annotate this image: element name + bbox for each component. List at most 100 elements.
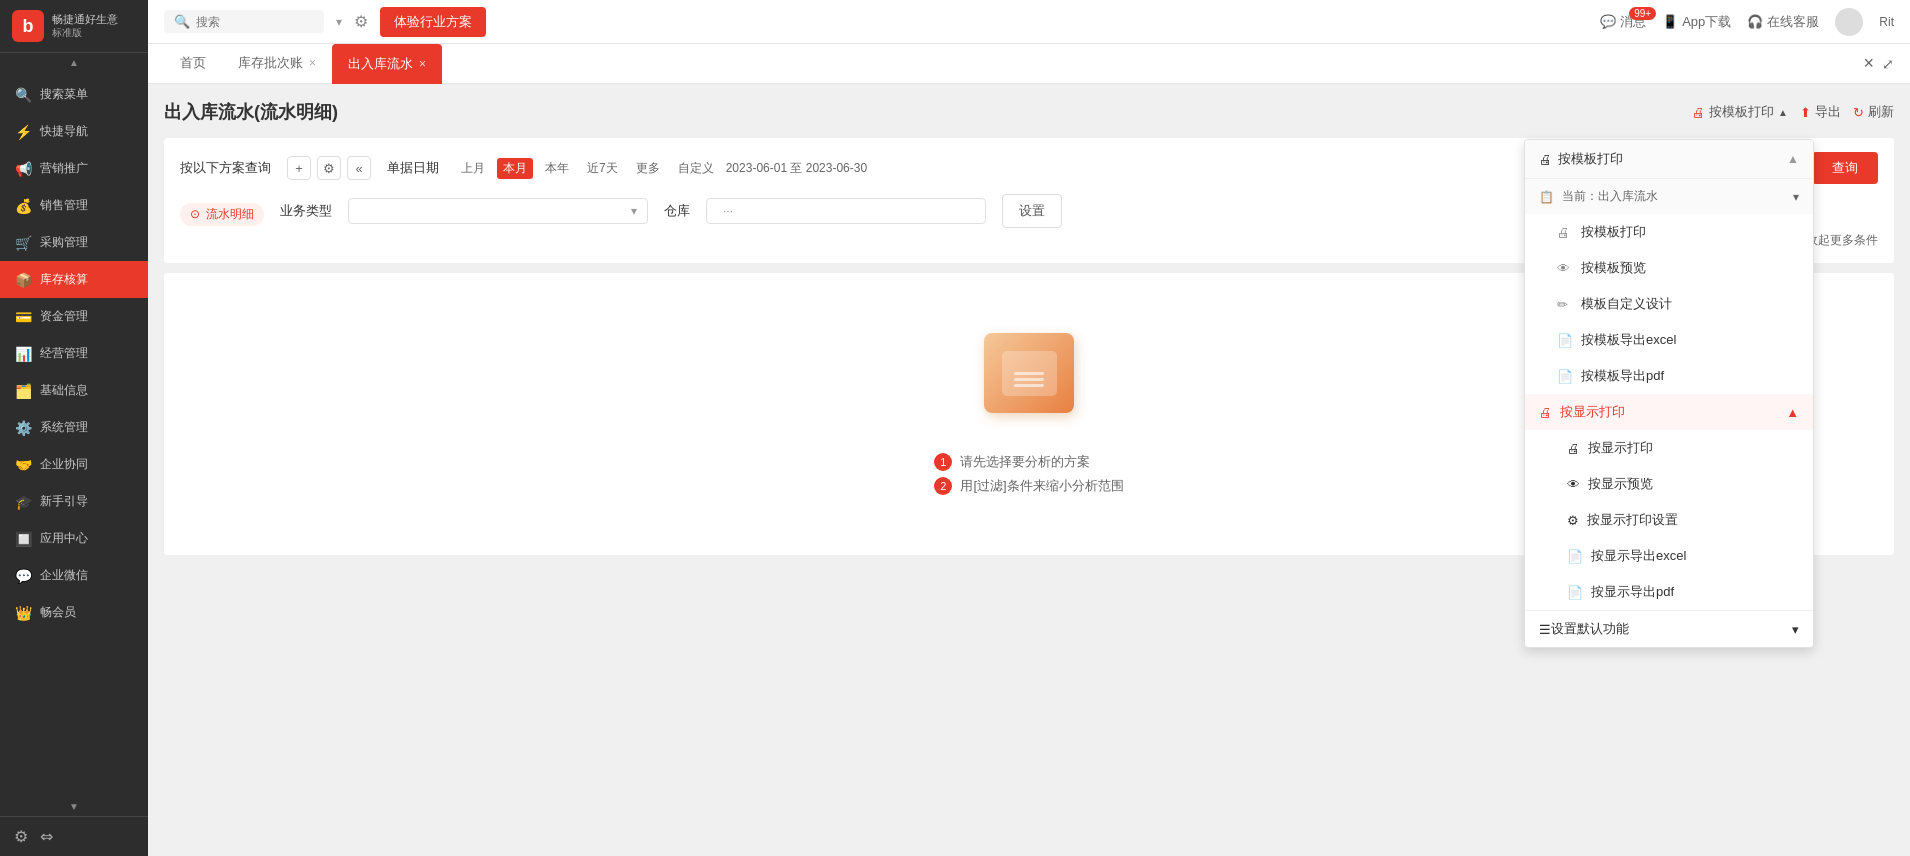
dropdown-header-title: 🖨 按模板打印 (1539, 150, 1623, 168)
sidebar-item-collab[interactable]: 🤝 企业协同 (0, 446, 148, 483)
sidebar-item-vip[interactable]: 👑 畅会员 (0, 594, 148, 631)
page-content: 出入库流水(流水明细) 🖨 按模板打印 ▲ ⬆ 导出 ↻ 刷新 (148, 84, 1910, 856)
dropdown-print-by-template[interactable]: 🖨 按模板打印 (1525, 214, 1813, 250)
page-title: 出入库流水(流水明细) (164, 100, 338, 124)
settings-display-icon: ⚙ (1567, 513, 1579, 528)
dropdown-print-settings-display[interactable]: ⚙ 按显示打印设置 (1525, 502, 1813, 538)
date-last-month[interactable]: 上月 (455, 158, 491, 179)
sidebar-item-sales[interactable]: 💰 销售管理 (0, 187, 148, 224)
inventory-icon: 📦 (14, 272, 32, 288)
app-edition: 标准版 (52, 26, 118, 40)
page-actions-area: 🖨 按模板打印 ▲ ⬆ 导出 ↻ 刷新 🖨 (1692, 103, 1894, 121)
wechat-icon: 💬 (14, 568, 32, 584)
warehouse-more-icon[interactable]: ··· (723, 204, 733, 218)
dropdown-preview-by-template[interactable]: 👁 按模板预览 (1525, 250, 1813, 286)
sales-icon: 💰 (14, 198, 32, 214)
guide-icon: 🎓 (14, 494, 32, 510)
search-icon: 🔍 (174, 14, 190, 29)
step-2-text: 用[过滤]条件来缩小分析范围 (960, 477, 1123, 495)
preview-template-icon: 👁 (1557, 261, 1573, 276)
page-header: 出入库流水(流水明细) 🖨 按模板打印 ▲ ⬆ 导出 ↻ 刷新 (164, 100, 1894, 124)
dropdown-export-pdf-display[interactable]: 📄 按显示导出pdf (1525, 574, 1813, 610)
dropdown-export-excel-display[interactable]: 📄 按显示导出excel (1525, 538, 1813, 574)
pdf-display-icon: 📄 (1567, 585, 1583, 600)
current-chevron-icon: ▾ (1793, 190, 1799, 204)
sidebar-item-system[interactable]: ⚙️ 系统管理 (0, 409, 148, 446)
app-download-button[interactable]: 📱 App下载 (1662, 13, 1731, 31)
search-input[interactable] (196, 15, 314, 29)
sidebar-item-search[interactable]: 🔍 搜索菜单 (0, 76, 148, 113)
print-chevron-icon: ▲ (1778, 107, 1788, 118)
purchase-icon: 🛒 (14, 235, 32, 251)
sidebar-scroll-up[interactable]: ▲ (0, 53, 148, 72)
query-button[interactable]: 查询 (1812, 152, 1878, 184)
business-icon: 📊 (14, 346, 32, 362)
date-this-year[interactable]: 本年 (539, 158, 575, 179)
business-type-select[interactable]: ▾ (348, 198, 648, 224)
sidebar: b 畅捷通好生意 标准版 ▲ 🔍 搜索菜单 ⚡ 快捷导航 📢 营销推广 💰 销售… (0, 0, 148, 856)
close-all-tabs-button[interactable]: × (1863, 53, 1874, 74)
dropdown-collapse-icon[interactable]: ▲ (1787, 152, 1799, 166)
dropdown-display-print-section[interactable]: 🖨 按显示打印 ▲ (1525, 394, 1813, 430)
maximize-tab-button[interactable]: ⤢ (1882, 56, 1894, 72)
message-button[interactable]: 💬 消息 99+ (1600, 13, 1646, 31)
step-1-number: 1 (934, 453, 952, 471)
tab-inventory-flow[interactable]: 出入库流水 × (332, 44, 442, 84)
filter-chips-area: ⊙ 流水明细 (180, 203, 264, 226)
sidebar-item-guide[interactable]: 🎓 新手引导 (0, 483, 148, 520)
settings-gear-icon[interactable]: ⚙ (354, 12, 368, 31)
settings-bottom-icon[interactable]: ⚙ (14, 827, 28, 846)
export-icon: ⬆ (1800, 105, 1811, 120)
active-filter-chip: ⊙ 流水明细 (180, 203, 264, 226)
collapse-filter-button[interactable]: « (347, 156, 371, 180)
export-button[interactable]: ⬆ 导出 (1800, 103, 1841, 121)
tab-home[interactable]: 首页 (164, 44, 222, 84)
collapse-sidebar-icon[interactable]: ⇔ (40, 827, 53, 846)
dropdown-preview-by-display[interactable]: 👁 按显示预览 (1525, 466, 1813, 502)
sidebar-item-marketing[interactable]: 📢 营销推广 (0, 150, 148, 187)
tab-batch-account[interactable]: 库存批次账 × (222, 44, 332, 84)
dropdown-design-template[interactable]: ✏ 模板自定义设计 (1525, 286, 1813, 322)
header-search-box[interactable]: 🔍 (164, 10, 324, 33)
print-header-icon: 🖨 (1539, 152, 1552, 167)
sidebar-item-quicknav[interactable]: ⚡ 快捷导航 (0, 113, 148, 150)
sidebar-item-inventory[interactable]: 📦 库存核算 (0, 261, 148, 298)
sidebar-item-apps[interactable]: 🔲 应用中心 (0, 520, 148, 557)
sidebar-item-business[interactable]: 📊 经营管理 (0, 335, 148, 372)
online-service-button[interactable]: 🎧 在线客服 (1747, 13, 1819, 31)
dropdown-export-pdf-template[interactable]: 📄 按模板导出pdf (1525, 358, 1813, 394)
headset-icon: 🎧 (1747, 14, 1763, 29)
dropdown-header: 🖨 按模板打印 ▲ (1525, 140, 1813, 179)
close-inventory-flow-tab[interactable]: × (419, 57, 426, 71)
dropdown-set-default[interactable]: ☰ 设置默认功能 ▾ (1525, 611, 1813, 647)
date-7days[interactable]: 近7天 (581, 158, 624, 179)
dropdown-print-by-display[interactable]: 🖨 按显示打印 (1525, 430, 1813, 466)
filter-actions-area: + ⚙ « (287, 156, 371, 180)
sidebar-item-finance[interactable]: 💳 资金管理 (0, 298, 148, 335)
sidebar-item-purchase[interactable]: 🛒 采购管理 (0, 224, 148, 261)
filter-settings-button[interactable]: ⚙ (317, 156, 341, 180)
date-more[interactable]: 更多 (630, 158, 666, 179)
display-print-section-icon: 🖨 (1539, 405, 1552, 420)
preview-display-icon: 👁 (1567, 477, 1580, 492)
excel-template-icon: 📄 (1557, 333, 1573, 348)
header: 🔍 ▾ ⚙ 体验行业方案 💬 消息 99+ 📱 App下载 🎧 在线客服 Rit (148, 0, 1910, 44)
date-custom[interactable]: 自定义 (672, 158, 720, 179)
add-filter-button[interactable]: + (287, 156, 311, 180)
date-this-month[interactable]: 本月 (497, 158, 533, 179)
sidebar-item-wechat[interactable]: 💬 企业微信 (0, 557, 148, 594)
setting-button[interactable]: 设置 (1002, 194, 1062, 228)
print-template-button[interactable]: 🖨 按模板打印 ▲ (1692, 103, 1788, 121)
refresh-button[interactable]: ↻ 刷新 (1853, 103, 1894, 121)
print-dropdown-panel: 🖨 按模板打印 ▲ 📋 当前：出入库流水 ▾ 🖨 按模板打印 (1524, 139, 1814, 648)
sidebar-logo: b 畅捷通好生意 标准版 (0, 0, 148, 53)
sidebar-scroll-down[interactable]: ▼ (0, 797, 148, 816)
dropdown-export-excel-template[interactable]: 📄 按模板导出excel (1525, 322, 1813, 358)
warehouse-select[interactable]: ··· (706, 198, 986, 224)
trial-button[interactable]: 体验行业方案 (380, 7, 486, 37)
quicknav-icon: ⚡ (14, 124, 32, 140)
username-label: Rit (1879, 15, 1894, 29)
close-batch-account-tab[interactable]: × (309, 56, 316, 70)
sidebar-item-basic[interactable]: 🗂️ 基础信息 (0, 372, 148, 409)
header-right-area: 💬 消息 99+ 📱 App下载 🎧 在线客服 Rit (1600, 8, 1894, 36)
